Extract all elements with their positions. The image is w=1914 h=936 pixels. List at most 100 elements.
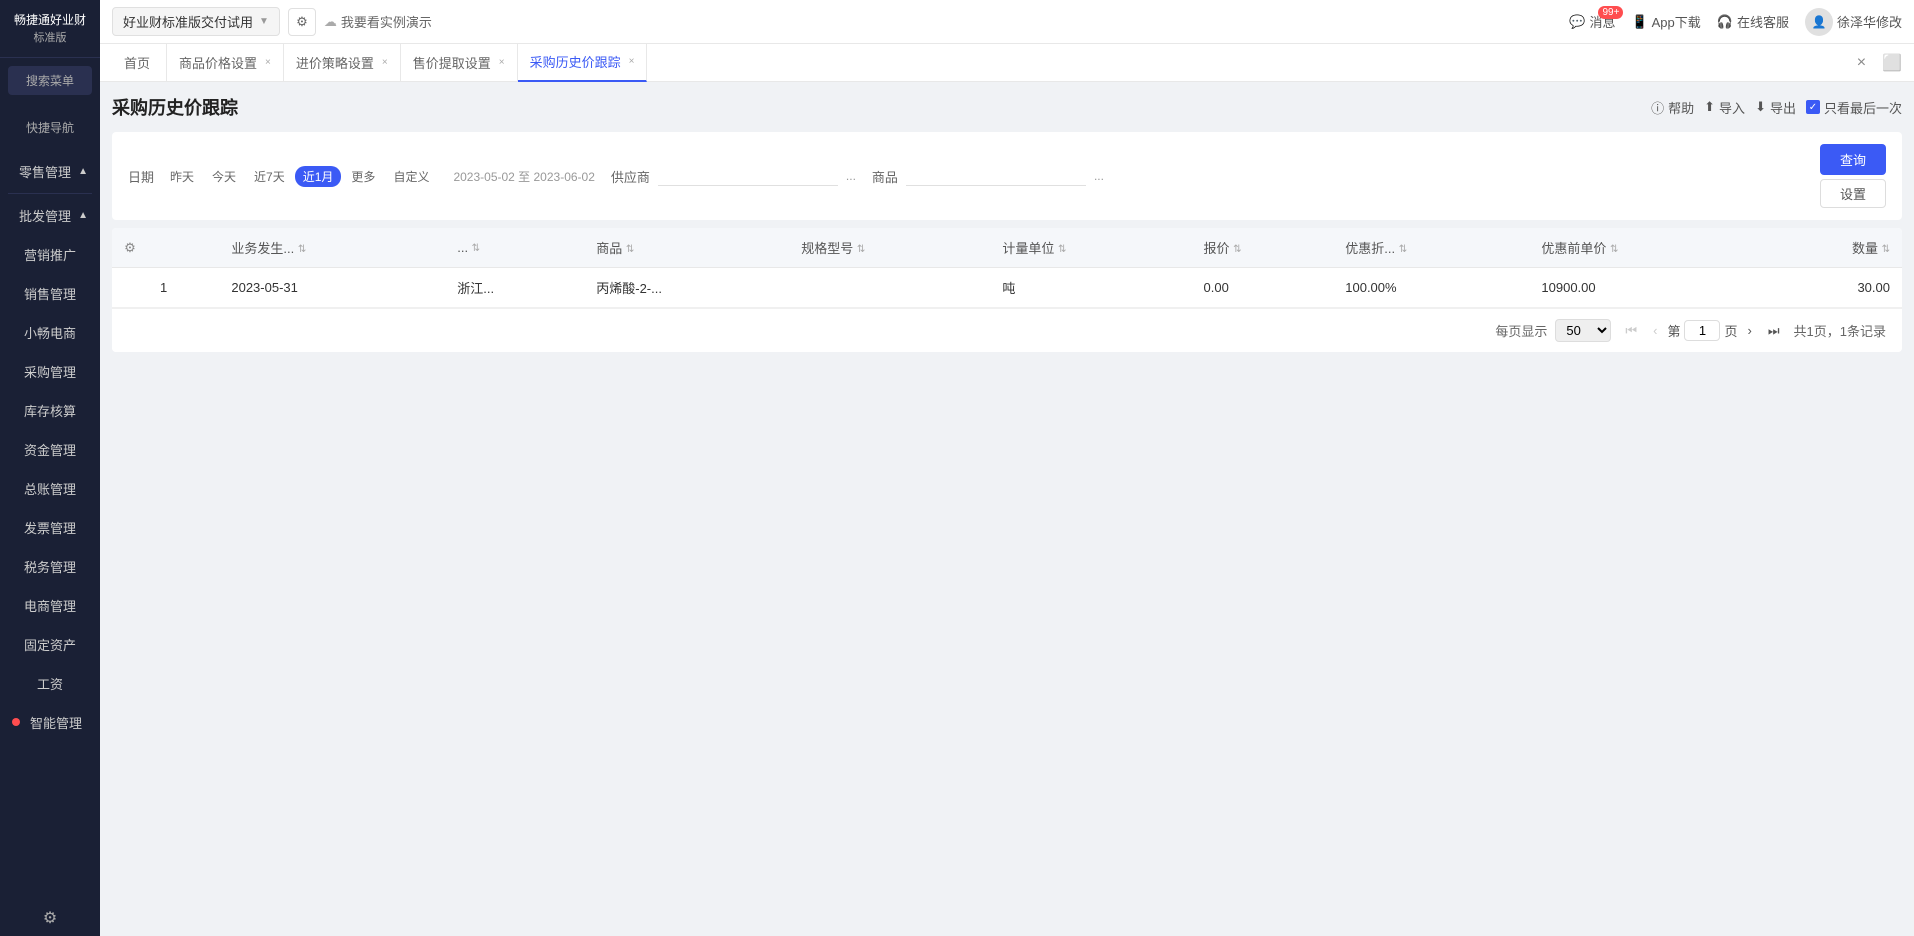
sort-icon[interactable]: ⇅ [857,244,865,255]
app-edition: 标准版 [8,29,92,45]
date-opt-yesterday[interactable]: 昨天 [162,166,202,187]
per-page-select[interactable]: 50 100 200 [1555,319,1611,342]
demo-label: 我要看实例演示 [341,12,432,31]
date-opt-today[interactable]: 今天 [204,166,244,187]
th-more: ... ⇅ [445,228,584,268]
date-opt-1month[interactable]: 近1月 [295,166,342,187]
goods-more-button[interactable]: ... [1094,169,1104,183]
sidebar-item-purchase[interactable]: 采购管理 [0,352,100,391]
sidebar-item-marketing[interactable]: 营销推广 [0,235,100,274]
sidebar-item-assets[interactable]: 固定资产 [0,625,100,664]
sort-icon[interactable]: ⇅ [1233,244,1241,255]
sort-icon[interactable]: ⇅ [626,244,634,255]
help-button[interactable]: ⓘ 帮助 [1651,98,1694,117]
user-info[interactable]: 👤 徐泽华修改 [1805,8,1902,36]
page-number-input[interactable] [1684,320,1720,341]
th-unit-label: 计量单位 [1002,241,1058,256]
sort-icon[interactable]: ⇅ [1882,244,1890,255]
sidebar-item-ledger[interactable]: 总账管理 [0,469,100,508]
page-title: 采购历史价跟踪 [112,94,238,120]
td-settings [112,268,148,308]
sidebar-item-finance[interactable]: 资金管理 [0,430,100,469]
tab-price-setting[interactable]: 商品价格设置 × [167,44,284,82]
tab-purchase-history[interactable]: 采购历史价跟踪 × [518,44,648,82]
topbar-settings-button[interactable]: ⚙ [288,8,316,36]
td-quote: 0.00 [1192,268,1334,308]
close-icon[interactable]: × [265,57,271,68]
sidebar-item-salary[interactable]: 工资 [0,664,100,703]
sidebar-item-tax[interactable]: 税务管理 [0,547,100,586]
search-menu-button[interactable]: 搜索菜单 [8,66,92,95]
th-goods: 商品 ⇅ [584,228,789,268]
main-area: 好业财标准版交付试用 ▼ ⚙ ☁ 我要看实例演示 💬 消息 99+ 📱 App下… [100,0,1914,936]
th-discount-label: 优惠折... [1345,241,1398,256]
sidebar-item-wholesale[interactable]: 批发管理 ▲ [0,196,100,235]
message-icon: 💬 [1569,14,1585,30]
tab-expand-button[interactable]: ⬜ [1878,51,1906,75]
close-icon[interactable]: × [629,56,635,67]
sidebar-menu: 零售管理 ▲ 批发管理 ▲ 营销推广 销售管理 小畅电商 采购管理 库存核算 资… [0,152,100,742]
avatar: 👤 [1805,8,1833,36]
th-goods-label: 商品 [596,241,626,256]
date-opt-7days[interactable]: 近7天 [246,166,293,187]
th-price-label: 优惠前单价 [1541,241,1610,256]
supplier-input[interactable] [658,166,838,186]
tab-home[interactable]: 首页 [108,44,167,82]
tab-sale-price[interactable]: 售价提取设置 × [401,44,518,82]
last-page-button[interactable]: ⏭ [1762,321,1786,341]
sidebar-item-retail[interactable]: 零售管理 ▲ [0,152,100,191]
message-button[interactable]: 💬 消息 99+ [1569,12,1615,31]
supplier-filter-group: 供应商 ... [611,166,856,186]
th-qty-label: 数量 [1852,241,1882,256]
sidebar-item-inventory[interactable]: 库存核算 [0,391,100,430]
import-button[interactable]: ⬆ 导入 [1704,98,1745,117]
total-info: 共1页，1条记录 [1794,321,1886,340]
sort-icon[interactable]: ⇅ [1399,244,1407,255]
sort-icon[interactable]: ⇅ [298,244,306,255]
supplier-more-button[interactable]: ... [846,169,856,183]
th-more-label: ... [457,240,471,255]
td-discount: 100.00% [1333,268,1529,308]
tabs-controls: × ⬜ [1853,51,1906,75]
td-goods: 丙烯酸-2-... [584,268,789,308]
sidebar-item-ecommerce[interactable]: 电商管理 [0,586,100,625]
app-selector[interactable]: 好业财标准版交付试用 ▼ [112,7,280,36]
sidebar-item-invoice[interactable]: 发票管理 [0,508,100,547]
sidebar-settings-icon[interactable]: ⚙ [43,910,57,927]
sort-icon[interactable]: ⇅ [1058,244,1066,255]
sidebar-item-smart[interactable]: 智能管理 [0,703,100,742]
query-button[interactable]: 查询 [1820,144,1886,175]
app-download-button[interactable]: 📱 App下载 [1631,12,1700,31]
sidebar-bottom: ⚙ [0,900,100,936]
goods-filter-group: 商品 ... [872,166,1104,186]
last-only-toggle[interactable]: 只看最后一次 [1806,98,1902,117]
tab-close-button[interactable]: × [1853,52,1870,74]
online-service-button[interactable]: 🎧 在线客服 [1717,12,1789,31]
demo-button[interactable]: ☁ 我要看实例演示 [324,12,432,31]
sort-icon[interactable]: ⇅ [1610,244,1618,255]
date-opt-custom[interactable]: 自定义 [385,166,437,187]
close-icon[interactable]: × [382,57,388,68]
per-page-label: 每页显示 [1495,321,1547,340]
next-page-button[interactable]: › [1741,321,1757,340]
divider [8,193,92,194]
goods-input[interactable] [906,166,1086,186]
column-settings-icon[interactable]: ⚙ [124,240,136,255]
table-header-row: ⚙ 业务发生... ⇅ ... ⇅ 商品 ⇅ [112,228,1902,268]
export-button[interactable]: ⬇ 导出 [1755,98,1796,117]
tab-home-label: 首页 [124,53,150,72]
prev-page-button[interactable]: ‹ [1647,321,1663,340]
sidebar-item-sales[interactable]: 销售管理 [0,274,100,313]
sort-icon[interactable]: ⇅ [472,243,480,254]
close-icon[interactable]: × [499,57,505,68]
quick-nav-button[interactable]: 快捷导航 [8,111,92,144]
tab-purchase-strategy[interactable]: 进价策略设置 × [284,44,401,82]
sidebar-item-ecommerce-small[interactable]: 小畅电商 [0,313,100,352]
goods-filter-label: 商品 [872,167,898,186]
app-selector-label: 好业财标准版交付试用 [123,12,253,31]
td-supplier: 浙江... [445,268,584,308]
date-filter-group: 日期 昨天 今天 近7天 近1月 更多 自定义 2023-05-02 至 202… [128,166,595,187]
date-opt-more[interactable]: 更多 [343,166,383,187]
first-page-button[interactable]: ⏮ [1619,321,1643,341]
filter-settings-button[interactable]: 设置 [1820,179,1886,208]
